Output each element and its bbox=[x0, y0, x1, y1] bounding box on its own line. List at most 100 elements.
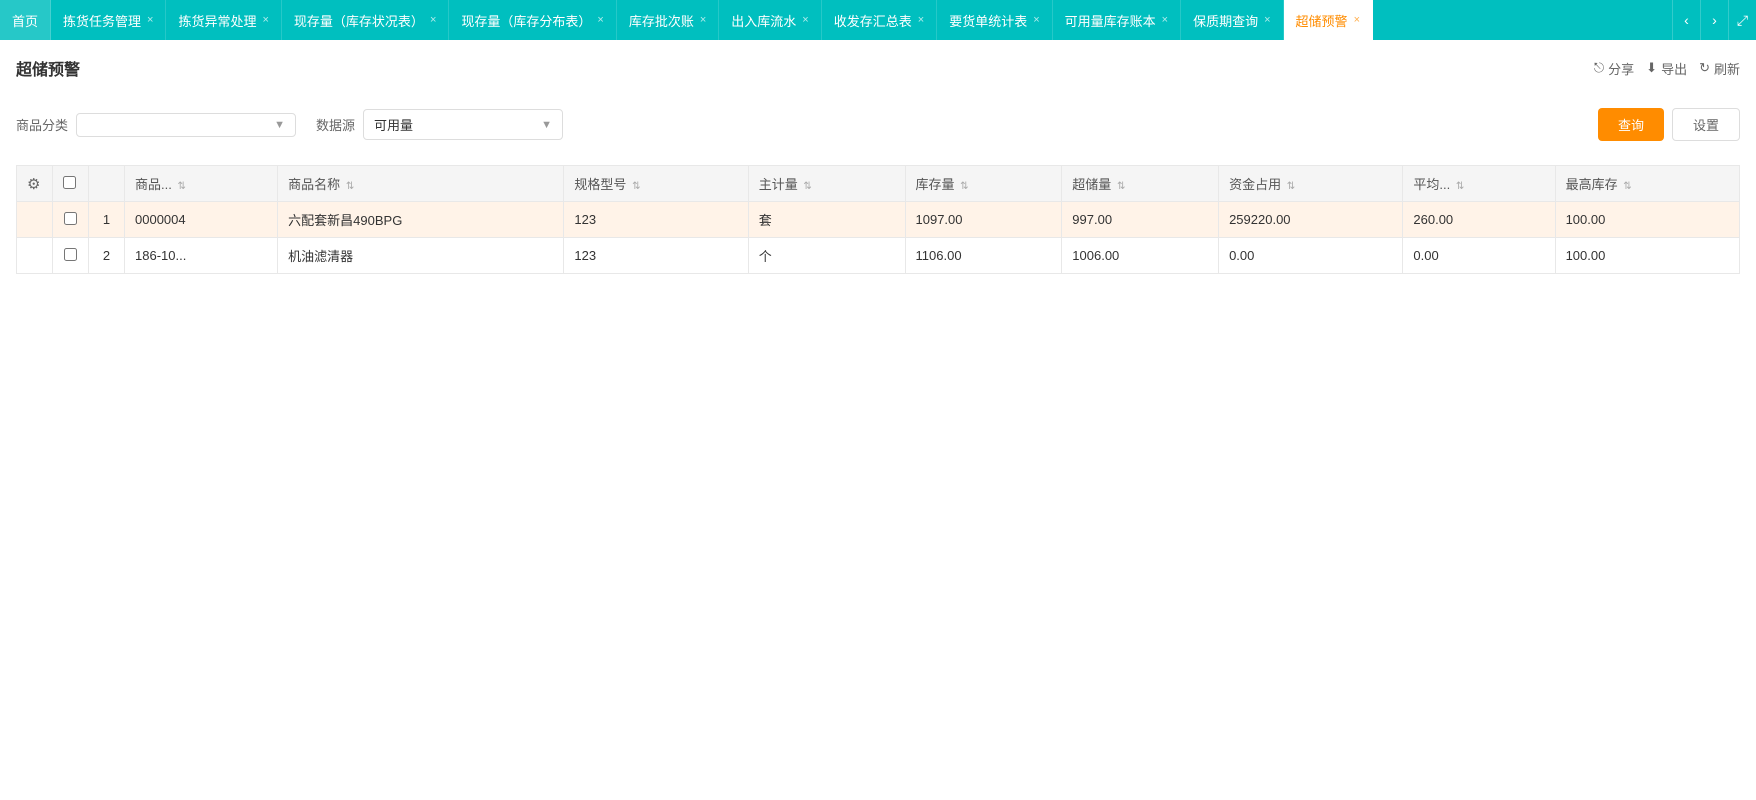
td-max-stock: 100.00 bbox=[1555, 202, 1739, 238]
td-checkbox bbox=[53, 202, 89, 238]
nav-item-quality[interactable]: 保质期查询 × bbox=[1181, 0, 1283, 40]
close-icon[interactable]: × bbox=[262, 14, 268, 26]
nav-item-order-stat[interactable]: 要货单统计表 × bbox=[937, 0, 1052, 40]
row-checkbox[interactable] bbox=[64, 212, 77, 225]
close-icon[interactable]: × bbox=[802, 14, 808, 26]
nav-item-inout-flow[interactable]: 出入库流水 × bbox=[719, 0, 821, 40]
close-icon[interactable]: × bbox=[700, 14, 706, 26]
share-button[interactable]: ⎋ 分享 bbox=[1594, 59, 1634, 78]
nav-bar: 首页 拣货任务管理 × 拣货异常处理 × 现存量（库存状况表） × 现存量（库存… bbox=[0, 0, 1756, 40]
nav-item-pick-task[interactable]: 拣货任务管理 × bbox=[51, 0, 166, 40]
sort-icon: ⇅ bbox=[1287, 181, 1295, 192]
td-product-code: 186-10... bbox=[125, 238, 278, 274]
chevron-down-icon: ▼ bbox=[274, 119, 285, 131]
nav-next-button[interactable]: › bbox=[1700, 0, 1728, 40]
sort-icon: ⇅ bbox=[803, 181, 811, 192]
th-product-code[interactable]: 商品... ⇅ bbox=[125, 166, 278, 202]
data-table: ⚙ 商品... ⇅ 商品名称 ⇅ 规格型号 ⇅ bbox=[16, 165, 1740, 274]
chevron-down-icon: ▼ bbox=[541, 119, 552, 131]
td-avg: 0.00 bbox=[1403, 238, 1555, 274]
th-product-code-label: 商品... bbox=[135, 177, 172, 192]
select-all-checkbox[interactable] bbox=[63, 176, 76, 189]
page-container: 超储预警 ⎋ 分享 ⬇ 导出 ↻ 刷新 商品分类 ▼ 数据源 bbox=[0, 40, 1756, 800]
table-header-row: ⚙ 商品... ⇅ 商品名称 ⇅ 规格型号 ⇅ bbox=[17, 166, 1740, 202]
td-settings bbox=[17, 238, 53, 274]
query-button[interactable]: 查询 bbox=[1598, 108, 1664, 141]
header-actions: ⎋ 分享 ⬇ 导出 ↻ 刷新 bbox=[1594, 59, 1740, 78]
td-product-name: 机油滤清器 bbox=[278, 238, 564, 274]
th-overstock[interactable]: 超储量 ⇅ bbox=[1062, 166, 1219, 202]
td-overstock: 1006.00 bbox=[1062, 238, 1219, 274]
th-stock[interactable]: 库存量 ⇅ bbox=[905, 166, 1062, 202]
row-checkbox[interactable] bbox=[64, 248, 77, 261]
category-select[interactable]: ▼ bbox=[76, 113, 296, 137]
refresh-button[interactable]: ↻ 刷新 bbox=[1699, 59, 1740, 78]
datasource-select[interactable]: 可用量 ▼ bbox=[363, 109, 563, 140]
th-overstock-label: 超储量 bbox=[1072, 177, 1111, 192]
th-max-stock[interactable]: 最高库存 ⇅ bbox=[1555, 166, 1739, 202]
th-stock-label: 库存量 bbox=[916, 177, 955, 192]
close-icon[interactable]: × bbox=[430, 14, 436, 26]
sort-icon: ⇅ bbox=[960, 181, 968, 192]
td-num: 1 bbox=[89, 202, 125, 238]
th-product-name-label: 商品名称 bbox=[288, 177, 340, 192]
nav-item-pick-exception[interactable]: 拣货异常处理 × bbox=[166, 0, 281, 40]
th-product-name[interactable]: 商品名称 ⇅ bbox=[278, 166, 564, 202]
gear-icon[interactable]: ⚙ bbox=[27, 176, 40, 193]
refresh-icon: ↻ bbox=[1699, 60, 1710, 76]
close-icon[interactable]: × bbox=[1162, 14, 1168, 26]
datasource-label: 数据源 bbox=[316, 115, 355, 134]
nav-item-batch[interactable]: 库存批次账 × bbox=[617, 0, 719, 40]
td-unit: 套 bbox=[748, 202, 905, 238]
nav-item-available[interactable]: 可用量库存账本 × bbox=[1053, 0, 1181, 40]
sort-icon: ⇅ bbox=[1456, 181, 1464, 192]
page-header: 超储预警 ⎋ 分享 ⬇ 导出 ↻ 刷新 bbox=[16, 56, 1740, 80]
sort-icon: ⇅ bbox=[346, 181, 354, 192]
nav-arrows: ‹ › ⤢ bbox=[1672, 0, 1756, 40]
sort-icon: ⇅ bbox=[177, 181, 185, 192]
close-icon[interactable]: × bbox=[597, 14, 603, 26]
td-avg: 260.00 bbox=[1403, 202, 1555, 238]
td-product-code: 0000004 bbox=[125, 202, 278, 238]
close-icon[interactable]: × bbox=[1033, 14, 1039, 26]
td-num: 2 bbox=[89, 238, 125, 274]
close-icon[interactable]: × bbox=[1264, 14, 1270, 26]
table-row: 1 0000004 六配套新昌490BPG 123 套 1097.00 997.… bbox=[17, 202, 1740, 238]
nav-item-home[interactable]: 首页 bbox=[0, 0, 51, 40]
th-capital-label: 资金占用 bbox=[1229, 177, 1281, 192]
th-capital[interactable]: 资金占用 ⇅ bbox=[1219, 166, 1403, 202]
nav-prev-button[interactable]: ‹ bbox=[1672, 0, 1700, 40]
th-settings[interactable]: ⚙ bbox=[17, 166, 53, 202]
close-icon[interactable]: × bbox=[1354, 14, 1360, 26]
td-capital: 259220.00 bbox=[1219, 202, 1403, 238]
th-avg[interactable]: 平均... ⇅ bbox=[1403, 166, 1555, 202]
nav-expand-button[interactable]: ⤢ bbox=[1728, 0, 1756, 40]
td-overstock: 997.00 bbox=[1062, 202, 1219, 238]
td-product-name: 六配套新昌490BPG bbox=[278, 202, 564, 238]
nav-item-summary[interactable]: 收发存汇总表 × bbox=[822, 0, 937, 40]
td-max-stock: 100.00 bbox=[1555, 238, 1739, 274]
th-spec[interactable]: 规格型号 ⇅ bbox=[564, 166, 748, 202]
sort-icon: ⇅ bbox=[1623, 181, 1631, 192]
td-settings bbox=[17, 202, 53, 238]
category-label: 商品分类 bbox=[16, 115, 68, 134]
close-icon[interactable]: × bbox=[147, 14, 153, 26]
settings-button[interactable]: 设置 bbox=[1672, 108, 1740, 141]
export-icon: ⬇ bbox=[1646, 60, 1657, 76]
filter-actions: 查询 设置 bbox=[1598, 108, 1740, 141]
td-checkbox bbox=[53, 238, 89, 274]
td-unit: 个 bbox=[748, 238, 905, 274]
td-spec: 123 bbox=[564, 202, 748, 238]
th-avg-label: 平均... bbox=[1413, 177, 1450, 192]
th-num bbox=[89, 166, 125, 202]
nav-item-stock-dist[interactable]: 现存量（库存分布表） × bbox=[449, 0, 616, 40]
th-spec-label: 规格型号 bbox=[574, 177, 626, 192]
nav-item-stock-status[interactable]: 现存量（库存状况表） × bbox=[282, 0, 449, 40]
td-stock: 1106.00 bbox=[905, 238, 1062, 274]
nav-item-overstock[interactable]: 超储预警 × bbox=[1284, 0, 1373, 40]
td-spec: 123 bbox=[564, 238, 748, 274]
close-icon[interactable]: × bbox=[918, 14, 924, 26]
th-unit[interactable]: 主计量 ⇅ bbox=[748, 166, 905, 202]
td-stock: 1097.00 bbox=[905, 202, 1062, 238]
export-button[interactable]: ⬇ 导出 bbox=[1646, 59, 1687, 78]
